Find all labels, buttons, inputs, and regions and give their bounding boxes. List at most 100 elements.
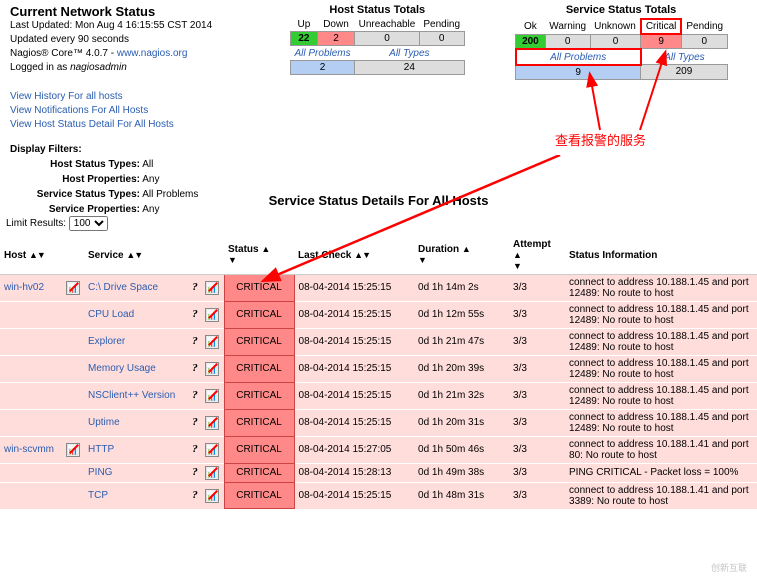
host-icons[interactable]: 📊 bbox=[62, 436, 84, 463]
attempt-cell: 3/3 bbox=[509, 382, 565, 409]
info-cell: connect to address 10.188.1.45 and port … bbox=[565, 328, 757, 355]
disabled-icon[interactable]: 📊 bbox=[205, 389, 219, 403]
sort-icon[interactable]: ▲▼ bbox=[29, 250, 45, 260]
host-icons[interactable]: 📊 bbox=[62, 274, 84, 301]
help-icon[interactable]: ? bbox=[188, 466, 202, 480]
host-all-types[interactable]: 24 bbox=[355, 61, 464, 75]
host-icons[interactable] bbox=[62, 482, 84, 509]
table-row: win-scvmm📊HTTP? 📊CRITICAL08-04-2014 15:2… bbox=[0, 436, 757, 463]
info-cell: connect to address 10.188.1.45 and port … bbox=[565, 409, 757, 436]
host-down-count[interactable]: 2 bbox=[317, 32, 354, 46]
host-cell[interactable] bbox=[0, 409, 62, 436]
col-last-check[interactable]: Last Check ▲▼ bbox=[294, 237, 414, 275]
host-icons[interactable] bbox=[62, 328, 84, 355]
disabled-icon[interactable]: 📊 bbox=[205, 489, 219, 503]
duration-cell: 0d 1h 20m 39s bbox=[414, 355, 509, 382]
help-icon[interactable]: ? bbox=[188, 389, 202, 403]
service-cell[interactable]: Explorer bbox=[84, 328, 184, 355]
svc-warning-count[interactable]: 0 bbox=[545, 34, 590, 49]
host-cell[interactable]: win-scvmm bbox=[0, 436, 62, 463]
svc-unknown-count[interactable]: 0 bbox=[590, 34, 641, 49]
host-cell[interactable] bbox=[0, 482, 62, 509]
host-up-count[interactable]: 22 bbox=[291, 32, 318, 46]
host-cell[interactable]: win-hv02 bbox=[0, 274, 62, 301]
service-icons[interactable]: ? 📊 bbox=[184, 328, 224, 355]
attempt-cell: 3/3 bbox=[509, 274, 565, 301]
disabled-icon[interactable]: 📊 bbox=[66, 281, 80, 295]
sort-icon[interactable]: ▲▼ bbox=[354, 250, 370, 260]
service-icons[interactable]: ? 📊 bbox=[184, 463, 224, 482]
svc-ok-count[interactable]: 200 bbox=[516, 34, 546, 49]
table-row: TCP? 📊CRITICAL08-04-2014 15:25:150d 1h 4… bbox=[0, 482, 757, 509]
service-cell[interactable]: C:\ Drive Space bbox=[84, 274, 184, 301]
svc-all-types[interactable]: 209 bbox=[641, 65, 727, 80]
disabled-icon[interactable]: 📊 bbox=[205, 466, 219, 480]
view-history-link[interactable]: View History For all hosts bbox=[10, 91, 123, 102]
duration-cell: 0d 1h 49m 38s bbox=[414, 463, 509, 482]
host-cell[interactable] bbox=[0, 355, 62, 382]
host-cell[interactable] bbox=[0, 382, 62, 409]
col-service[interactable]: Service ▲▼ bbox=[84, 237, 224, 275]
table-row: win-hv02📊C:\ Drive Space? 📊CRITICAL08-04… bbox=[0, 274, 757, 301]
col-duration[interactable]: Duration ▲▼ bbox=[414, 237, 509, 275]
service-icons[interactable]: ? 📊 bbox=[184, 436, 224, 463]
service-icons[interactable]: ? 📊 bbox=[184, 355, 224, 382]
host-pending-count[interactable]: 0 bbox=[419, 32, 464, 46]
help-icon[interactable]: ? bbox=[188, 281, 202, 295]
disabled-icon[interactable]: 📊 bbox=[205, 443, 219, 457]
duration-cell: 0d 1h 20m 31s bbox=[414, 409, 509, 436]
service-cell[interactable]: CPU Load bbox=[84, 301, 184, 328]
service-cell[interactable]: TCP bbox=[84, 482, 184, 509]
attempt-cell: 3/3 bbox=[509, 409, 565, 436]
service-icons[interactable]: ? 📊 bbox=[184, 409, 224, 436]
product-link[interactable]: www.nagios.org bbox=[117, 48, 188, 59]
help-icon[interactable]: ? bbox=[188, 308, 202, 322]
host-icons[interactable] bbox=[62, 355, 84, 382]
info-cell: connect to address 10.188.1.45 and port … bbox=[565, 382, 757, 409]
svc-critical-count[interactable]: 9 bbox=[641, 34, 682, 49]
host-icons[interactable] bbox=[62, 382, 84, 409]
help-icon[interactable]: ? bbox=[188, 362, 202, 376]
disabled-icon[interactable]: 📊 bbox=[205, 335, 219, 349]
host-cell[interactable] bbox=[0, 301, 62, 328]
host-icons[interactable] bbox=[62, 409, 84, 436]
disabled-icon[interactable]: 📊 bbox=[66, 443, 80, 457]
view-detail-link[interactable]: View Host Status Detail For All Hosts bbox=[10, 119, 174, 130]
host-unreachable-count[interactable]: 0 bbox=[355, 32, 420, 46]
svc-pending-count[interactable]: 0 bbox=[681, 34, 727, 49]
col-status[interactable]: Status ▲▼ bbox=[224, 237, 294, 275]
view-notifications-link[interactable]: View Notifications For All Hosts bbox=[10, 105, 148, 116]
help-icon[interactable]: ? bbox=[188, 443, 202, 457]
host-cell[interactable] bbox=[0, 463, 62, 482]
service-icons[interactable]: ? 📊 bbox=[184, 274, 224, 301]
service-cell[interactable]: Memory Usage bbox=[84, 355, 184, 382]
service-cell[interactable]: PING bbox=[84, 463, 184, 482]
disabled-icon[interactable]: 📊 bbox=[205, 308, 219, 322]
col-attempt[interactable]: Attempt ▲▼ bbox=[509, 237, 565, 275]
col-host[interactable]: Host ▲▼ bbox=[0, 237, 84, 275]
disabled-icon[interactable]: 📊 bbox=[205, 281, 219, 295]
sort-icon[interactable]: ▲▼ bbox=[513, 250, 521, 271]
host-cell[interactable] bbox=[0, 328, 62, 355]
limit-select[interactable]: 100 bbox=[69, 216, 108, 231]
service-cell[interactable]: NSClient++ Version bbox=[84, 382, 184, 409]
help-icon[interactable]: ? bbox=[188, 489, 202, 503]
host-icons[interactable] bbox=[62, 301, 84, 328]
svc-all-problems[interactable]: 9 bbox=[516, 65, 641, 80]
sort-icon[interactable]: ▲▼ bbox=[126, 250, 142, 260]
help-icon[interactable]: ? bbox=[188, 335, 202, 349]
disabled-icon[interactable]: 📊 bbox=[205, 416, 219, 430]
service-icons[interactable]: ? 📊 bbox=[184, 382, 224, 409]
status-cell: CRITICAL bbox=[224, 328, 294, 355]
host-icons[interactable] bbox=[62, 463, 84, 482]
service-icons[interactable]: ? 📊 bbox=[184, 482, 224, 509]
table-row: Explorer? 📊CRITICAL08-04-2014 15:25:150d… bbox=[0, 328, 757, 355]
last-check-cell: 08-04-2014 15:25:15 bbox=[294, 301, 414, 328]
help-icon[interactable]: ? bbox=[188, 416, 202, 430]
disabled-icon[interactable]: 📊 bbox=[205, 362, 219, 376]
service-icons[interactable]: ? 📊 bbox=[184, 301, 224, 328]
service-cell[interactable]: HTTP bbox=[84, 436, 184, 463]
service-cell[interactable]: Uptime bbox=[84, 409, 184, 436]
status-cell: CRITICAL bbox=[224, 274, 294, 301]
host-all-problems[interactable]: 2 bbox=[291, 61, 355, 75]
